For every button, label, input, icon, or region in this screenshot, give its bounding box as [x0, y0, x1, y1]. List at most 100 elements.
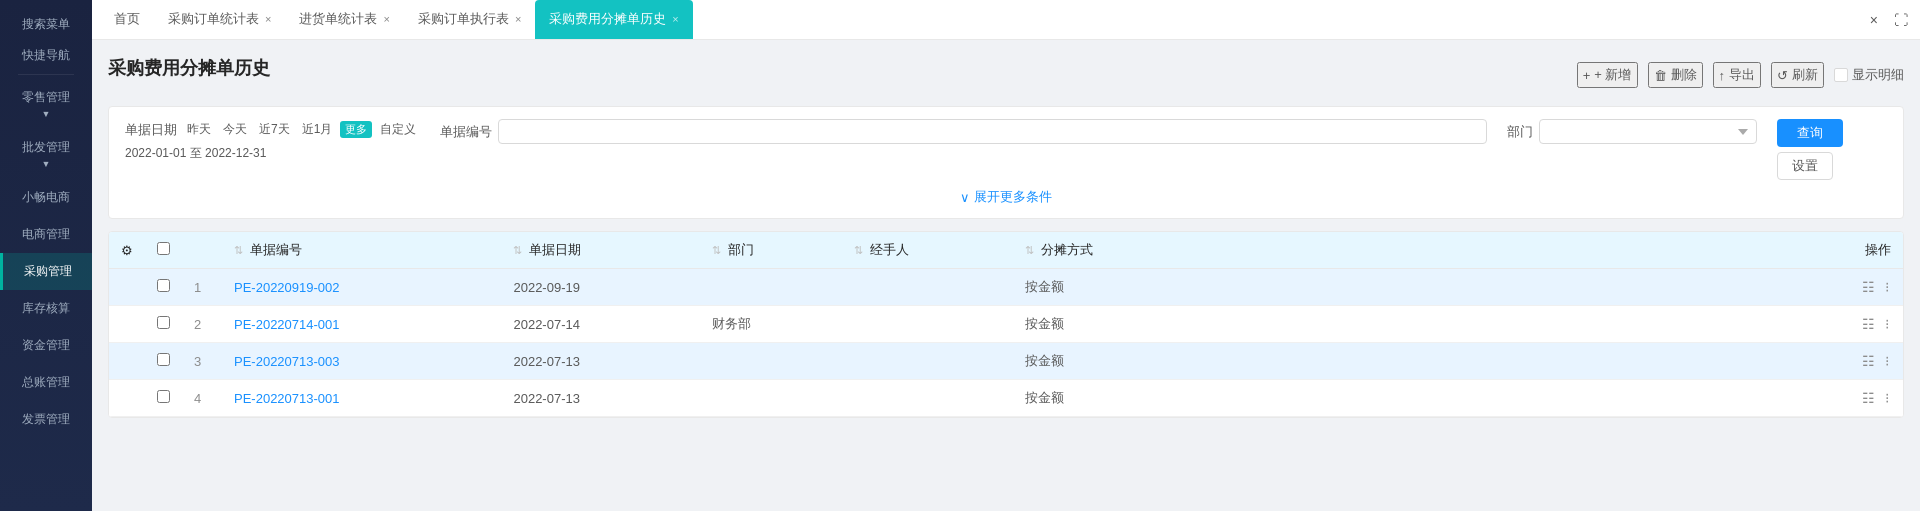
sort-icon: ⇅	[712, 244, 721, 257]
col-code-header: ⇅ 单据编号	[222, 232, 501, 269]
delete-button[interactable]: 🗑 删除	[1648, 62, 1703, 88]
tab-label: 采购订单执行表	[418, 10, 509, 28]
row-code-link[interactable]: PE-20220713-001	[234, 391, 340, 406]
sidebar-item-invoice[interactable]: 发票管理	[0, 401, 92, 438]
row-code-link[interactable]: PE-20220713-003	[234, 354, 340, 369]
sidebar-item-ecom[interactable]: 电商管理	[0, 216, 92, 253]
col-split-type-header: ⇅ 分摊方式	[1013, 232, 1731, 269]
table-row: 4 PE-20220713-001 2022-07-13 按金额 ☷ ⁝	[109, 380, 1903, 417]
tab-purchase-order-stat[interactable]: 采购订单统计表 ×	[154, 0, 285, 39]
toolbar: + + 新增 🗑 删除 ↑ 导出 ↺ 刷新 显示明细	[1577, 62, 1904, 88]
sidebar-item-inventory[interactable]: 库存核算	[0, 290, 92, 327]
row-code: PE-20220919-002	[222, 269, 501, 306]
date-yesterday-btn[interactable]: 昨天	[183, 119, 215, 140]
date-custom-btn[interactable]: 自定义	[376, 119, 420, 140]
dept-filter-select[interactable]: 财务部	[1539, 119, 1757, 144]
main-area: 首页 采购订单统计表 × 进货单统计表 × 采购订单执行表 × 采购费用分摊单历…	[92, 0, 1920, 511]
maximize-icon[interactable]: ⛶	[1890, 10, 1912, 30]
view-action-icon[interactable]: ☷	[1860, 277, 1877, 297]
sidebar-item-quick-nav[interactable]: 快捷导航	[0, 41, 92, 70]
chevron-down-icon: ▼	[42, 159, 51, 169]
row-code-link[interactable]: PE-20220919-002	[234, 280, 340, 295]
filter-date-label-row: 单据日期 昨天 今天 近7天 近1月 更多 自定义	[125, 119, 420, 140]
row-dept: 财务部	[700, 306, 842, 343]
close-icon[interactable]: ×	[515, 13, 521, 25]
tab-inbound-stat[interactable]: 进货单统计表 ×	[285, 0, 403, 39]
export-icon: ↑	[1719, 68, 1726, 83]
date-1month-btn[interactable]: 近1月	[298, 119, 337, 140]
row-checkbox[interactable]	[157, 390, 170, 403]
sidebar-item-label: 电商管理	[22, 226, 70, 243]
row-checkbox[interactable]	[157, 353, 170, 366]
table-row: 2 PE-20220714-001 2022-07-14 财务部 按金额 ☷ ⁝	[109, 306, 1903, 343]
col-handler-header: ⇅ 经手人	[842, 232, 1012, 269]
more-action-icon[interactable]: ⁝	[1883, 388, 1891, 408]
row-num: 3	[182, 343, 222, 380]
date-more-btn[interactable]: 更多	[340, 121, 372, 138]
delete-icon: 🗑	[1654, 68, 1667, 83]
close-icon[interactable]: ×	[383, 13, 389, 25]
date-7days-btn[interactable]: 近7天	[255, 119, 294, 140]
row-date: 2022-07-14	[501, 306, 699, 343]
row-num: 2	[182, 306, 222, 343]
add-label: + 新增	[1594, 66, 1631, 84]
select-all-checkbox[interactable]	[157, 242, 170, 255]
date-quick-btns: 昨天 今天 近7天 近1月 更多 自定义	[183, 119, 420, 140]
show-col-checkbox[interactable]	[1834, 68, 1848, 82]
tab-label: 采购费用分摊单历史	[549, 10, 666, 28]
content-area: 采购费用分摊单历史 + + 新增 🗑 删除 ↑ 导出 ↺ 刷新	[92, 40, 1920, 511]
row-code: PE-20220713-001	[222, 380, 501, 417]
query-button[interactable]: 查询	[1777, 119, 1843, 147]
chevron-down-icon: ∨	[960, 190, 970, 205]
close-icon[interactable]: ×	[265, 13, 271, 25]
sidebar-item-ecom-small[interactable]: 小畅电商	[0, 179, 92, 216]
filter-date-group: 单据日期 昨天 今天 近7天 近1月 更多 自定义 2022-01-01 至 2…	[125, 119, 420, 162]
gear-icon[interactable]: ⚙	[121, 243, 133, 258]
row-handler	[842, 269, 1012, 306]
refresh-label: 刷新	[1792, 66, 1818, 84]
refresh-button[interactable]: ↺ 刷新	[1771, 62, 1824, 88]
refresh-icon: ↺	[1777, 68, 1788, 83]
view-action-icon[interactable]: ☷	[1860, 388, 1877, 408]
expand-conditions[interactable]: ∨ 展开更多条件	[125, 188, 1887, 206]
more-action-icon[interactable]: ⁝	[1883, 277, 1891, 297]
col-split-type-label: 分摊方式	[1041, 241, 1093, 259]
row-code-link[interactable]: PE-20220714-001	[234, 317, 340, 332]
row-code: PE-20220713-003	[222, 343, 501, 380]
sidebar-item-purchase[interactable]: 采购管理	[0, 253, 92, 290]
view-action-icon[interactable]: ☷	[1860, 314, 1877, 334]
row-split-type: 按金额	[1013, 269, 1731, 306]
close-window-icon[interactable]: ×	[1866, 10, 1882, 30]
export-button[interactable]: ↑ 导出	[1713, 62, 1762, 88]
view-action-icon[interactable]: ☷	[1860, 351, 1877, 371]
row-checkbox[interactable]	[157, 279, 170, 292]
sidebar-item-label: 零售管理	[22, 89, 70, 106]
add-button[interactable]: + + 新增	[1577, 62, 1638, 88]
date-today-btn[interactable]: 今天	[219, 119, 251, 140]
filter-dept-label-row: 部门 财务部	[1507, 119, 1757, 144]
show-col-toggle[interactable]: 显示明细	[1834, 66, 1904, 84]
code-filter-input[interactable]	[498, 119, 1487, 144]
row-checkbox[interactable]	[157, 316, 170, 329]
row-checkbox-cell	[145, 269, 182, 306]
setting-button[interactable]: 设置	[1777, 152, 1833, 180]
expand-label: 展开更多条件	[974, 188, 1052, 206]
sidebar-item-wholesale[interactable]: 批发管理 ▼	[0, 129, 92, 179]
sort-icon: ⇅	[513, 244, 522, 257]
col-dept-label: 部门	[728, 241, 754, 259]
tab-purchase-order-exec[interactable]: 采购订单执行表 ×	[404, 0, 535, 39]
tab-home[interactable]: 首页	[100, 0, 154, 39]
show-col-label: 显示明细	[1852, 66, 1904, 84]
close-icon[interactable]: ×	[672, 13, 678, 25]
sidebar-item-finance[interactable]: 资金管理	[0, 327, 92, 364]
row-handler	[842, 343, 1012, 380]
tab-purchase-cost-history[interactable]: 采购费用分摊单历史 ×	[535, 0, 692, 39]
sidebar-item-search[interactable]: 搜索菜单	[0, 8, 92, 41]
export-label: 导出	[1729, 66, 1755, 84]
sidebar-item-account[interactable]: 总账管理	[0, 364, 92, 401]
more-action-icon[interactable]: ⁝	[1883, 314, 1891, 334]
sidebar-item-retail[interactable]: 零售管理 ▼	[0, 79, 92, 129]
more-action-icon[interactable]: ⁝	[1883, 351, 1891, 371]
sort-icon: ⇅	[854, 244, 863, 257]
date-range-display: 2022-01-01 至 2022-12-31	[125, 145, 420, 162]
